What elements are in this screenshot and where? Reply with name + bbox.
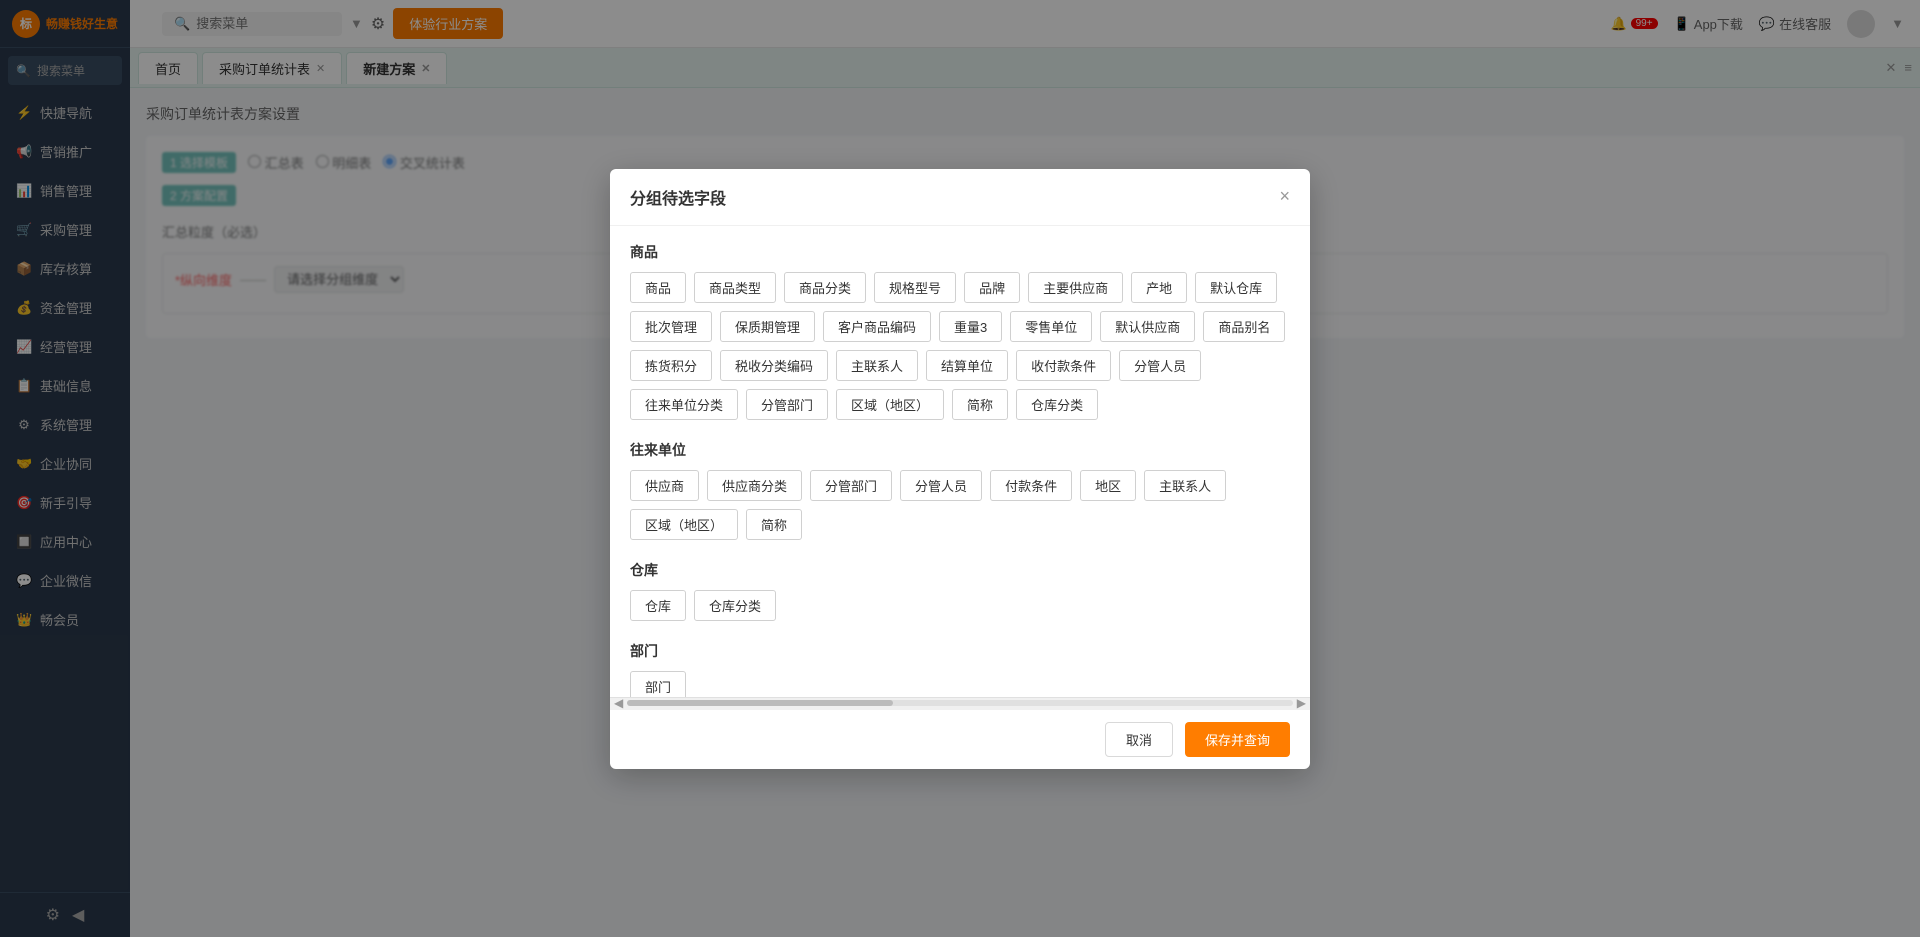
section-product-title: 商品 (630, 242, 1290, 262)
section-partner: 往来单位 供应商 供应商分类 分管部门 分管人员 付款条件 地区 主联系人 区域… (630, 440, 1290, 540)
field-tag-warehouse[interactable]: 仓库 (630, 590, 686, 621)
field-tag-spec-model[interactable]: 规格型号 (874, 272, 956, 303)
field-tag-product-type[interactable]: 商品类型 (694, 272, 776, 303)
field-tag-default-warehouse[interactable]: 默认仓库 (1195, 272, 1277, 303)
field-tag-retail-unit[interactable]: 零售单位 (1010, 311, 1092, 342)
field-tag-alias[interactable]: 商品别名 (1203, 311, 1285, 342)
section-warehouse: 仓库 仓库 仓库分类 (630, 560, 1290, 621)
section-partner-title: 往来单位 (630, 440, 1290, 460)
field-tag-main-supplier[interactable]: 主要供应商 (1028, 272, 1123, 303)
field-tag-region2[interactable]: 区域（地区） (630, 509, 738, 540)
modal-body: 商品 商品 商品类型 商品分类 规格型号 品牌 主要供应商 产地 默认仓库 批次… (610, 226, 1310, 697)
field-tag-settlement-unit[interactable]: 结算单位 (926, 350, 1008, 381)
modal-footer: 取消 保存并查询 (610, 709, 1310, 769)
field-tag-partner-category[interactable]: 往来单位分类 (630, 389, 738, 420)
field-tag-tax-code[interactable]: 税收分类编码 (720, 350, 828, 381)
field-tag-payment-cond[interactable]: 付款条件 (990, 470, 1072, 501)
section-warehouse-title: 仓库 (630, 560, 1290, 580)
field-tag-product-category[interactable]: 商品分类 (784, 272, 866, 303)
field-tag-dept2[interactable]: 分管部门 (810, 470, 892, 501)
cancel-button[interactable]: 取消 (1105, 722, 1173, 757)
modal-header: 分组待选字段 × (610, 169, 1310, 226)
field-tag-origin[interactable]: 产地 (1131, 272, 1187, 303)
section-dept-title: 部门 (630, 641, 1290, 661)
field-tag-supplier[interactable]: 供应商 (630, 470, 699, 501)
field-tag-dept[interactable]: 分管部门 (746, 389, 828, 420)
field-tag-pick-score[interactable]: 拣货积分 (630, 350, 712, 381)
field-tag-shelf-life[interactable]: 保质期管理 (720, 311, 815, 342)
modal-close-btn[interactable]: × (1279, 186, 1290, 207)
partner-tags: 供应商 供应商分类 分管部门 分管人员 付款条件 地区 主联系人 区域（地区） … (630, 470, 1290, 540)
field-tag-default-supplier[interactable]: 默认供应商 (1100, 311, 1195, 342)
section-dept: 部门 部门 (630, 641, 1290, 697)
field-tag-short-name2[interactable]: 简称 (746, 509, 802, 540)
field-tag-batch-mgmt[interactable]: 批次管理 (630, 311, 712, 342)
field-tag-department[interactable]: 部门 (630, 671, 686, 697)
save-query-button[interactable]: 保存并查询 (1185, 722, 1290, 757)
hscroll-track (627, 700, 1293, 706)
field-tag-payment-terms[interactable]: 收付款条件 (1016, 350, 1111, 381)
field-tag-manager2[interactable]: 分管人员 (900, 470, 982, 501)
warehouse-tags: 仓库 仓库分类 (630, 590, 1290, 621)
field-tag-product[interactable]: 商品 (630, 272, 686, 303)
dept-tags: 部门 (630, 671, 1290, 697)
modal-title: 分组待选字段 (630, 185, 726, 209)
modal-dialog: 分组待选字段 × 商品 商品 商品类型 商品分类 规格型号 品牌 主要供应商 产… (610, 169, 1310, 769)
field-tag-main-contact[interactable]: 主联系人 (836, 350, 918, 381)
product-tags: 商品 商品类型 商品分类 规格型号 品牌 主要供应商 产地 默认仓库 批次管理 … (630, 272, 1290, 420)
field-tag-region[interactable]: 区域（地区） (836, 389, 944, 420)
field-tag-main-contact2[interactable]: 主联系人 (1144, 470, 1226, 501)
field-tag-area[interactable]: 地区 (1080, 470, 1136, 501)
field-tag-brand[interactable]: 品牌 (964, 272, 1020, 303)
field-tag-customer-code[interactable]: 客户商品编码 (823, 311, 931, 342)
modal-overlay: 分组待选字段 × 商品 商品 商品类型 商品分类 规格型号 品牌 主要供应商 产… (0, 0, 1920, 937)
hscroll-thumb[interactable] (627, 700, 893, 706)
section-product: 商品 商品 商品类型 商品分类 规格型号 品牌 主要供应商 产地 默认仓库 批次… (630, 242, 1290, 420)
field-tag-weight[interactable]: 重量3 (939, 311, 1002, 342)
field-tag-manager[interactable]: 分管人员 (1119, 350, 1201, 381)
field-tag-warehouse-category[interactable]: 仓库分类 (1016, 389, 1098, 420)
field-tag-short-name[interactable]: 简称 (952, 389, 1008, 420)
field-tag-warehouse-cat[interactable]: 仓库分类 (694, 590, 776, 621)
modal-hscrollbar[interactable]: ◀ ▶ (610, 697, 1310, 709)
field-tag-supplier-category[interactable]: 供应商分类 (707, 470, 802, 501)
